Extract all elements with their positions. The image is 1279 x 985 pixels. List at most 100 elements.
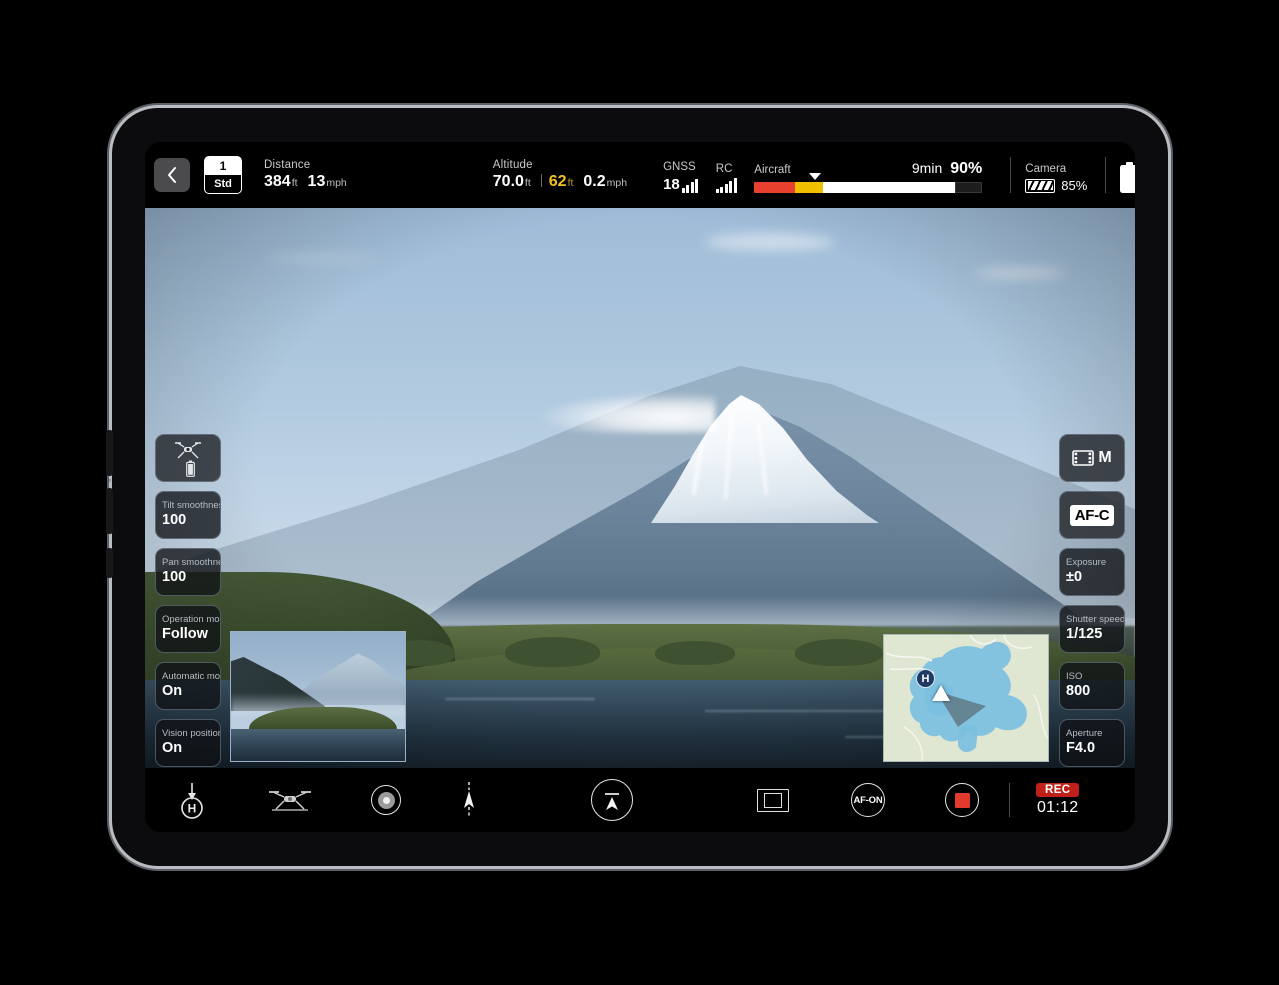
rc-signal-bars-icon bbox=[715, 178, 739, 193]
exposure-value: ±0 bbox=[1066, 568, 1083, 585]
pip-water bbox=[231, 729, 405, 761]
svg-text:H: H bbox=[188, 802, 197, 816]
camera-battery-indicator[interactable]: Camera 85% bbox=[1025, 163, 1087, 193]
video-mode-value: M bbox=[1098, 449, 1112, 466]
back-button[interactable] bbox=[154, 158, 190, 192]
compass-needle-icon bbox=[464, 782, 474, 818]
tilt-smoothness-button[interactable]: Tilt smoothness 100 bbox=[155, 491, 221, 539]
tilt-smoothness-value: 100 bbox=[162, 511, 187, 528]
flight-mode-number: 1 bbox=[205, 157, 241, 175]
pan-smoothness-label: Pan smoothness bbox=[162, 557, 220, 569]
summit-cloud-plume bbox=[540, 393, 715, 433]
rec-badge: REC bbox=[1036, 783, 1080, 797]
iso-value: 800 bbox=[1066, 682, 1091, 699]
recording-status: REC 01:12 bbox=[1036, 783, 1080, 817]
rc-label: RC bbox=[715, 163, 733, 175]
vertical-speed-value: 0.2 bbox=[583, 173, 606, 190]
automatic-mode-button[interactable]: Automatic mode On bbox=[155, 662, 221, 710]
aspect-ratio-icon bbox=[757, 788, 789, 812]
film-strip-icon bbox=[1072, 450, 1095, 466]
tablet-screen: 1 Std Distance 384 ft 13 mph Altitude 70… bbox=[145, 142, 1135, 832]
aircraft-battery-indicator[interactable]: Aircraft 9min 90% bbox=[754, 160, 983, 193]
aircraft-battery-status-button[interactable] bbox=[155, 434, 221, 482]
aperture-value: F4.0 bbox=[1066, 739, 1096, 756]
iso-button[interactable]: ISO 800 bbox=[1059, 662, 1125, 710]
gimbal-recenter-button[interactable] bbox=[267, 787, 313, 813]
altitude-readout: Altitude 70.0 ft 62 ft 0.2 mph bbox=[493, 159, 637, 191]
operation-mode-value: Follow bbox=[162, 625, 208, 642]
volume-down-button[interactable] bbox=[106, 488, 113, 534]
top-status-bar: 1 Std Distance 384 ft 13 mph Altitude 70… bbox=[145, 142, 1135, 208]
map-recenter-arrow-icon bbox=[591, 779, 633, 821]
map-recenter-button[interactable] bbox=[591, 779, 633, 821]
drone-position-arrow-icon bbox=[932, 685, 950, 701]
home-point-label: H bbox=[921, 672, 930, 685]
battery-segment-available bbox=[822, 182, 955, 193]
shutter-speed-button[interactable]: Shutter speed 1/125 bbox=[1059, 605, 1125, 653]
recording-time: 01:12 bbox=[1036, 799, 1079, 816]
af-on-label: AF-ON bbox=[853, 794, 883, 806]
cloud-wisp bbox=[975, 268, 1065, 278]
tilt-smoothness-label: Tilt smoothness bbox=[162, 500, 220, 512]
iso-label: ISO bbox=[1066, 671, 1083, 683]
gnss-indicator[interactable]: GNSS 18 bbox=[663, 161, 700, 193]
gimbal-dial-icon bbox=[371, 785, 401, 815]
distance-label: Distance bbox=[264, 159, 311, 171]
battery-segment-critical bbox=[754, 182, 796, 193]
chevron-left-icon bbox=[168, 167, 176, 183]
return-to-home-button[interactable]: H bbox=[177, 780, 207, 820]
vision-positioning-button[interactable]: Vision positioning On bbox=[155, 719, 221, 767]
af-on-icon: AF-ON bbox=[851, 783, 885, 817]
altitude-value: 70.0 bbox=[492, 173, 524, 190]
gimbal-dial-button[interactable] bbox=[371, 785, 401, 815]
flight-mode-label: Std bbox=[205, 174, 241, 193]
aircraft-flight-time-remaining: 9min bbox=[911, 160, 943, 176]
status-divider-1 bbox=[1010, 157, 1012, 193]
picture-in-picture-thumbnail[interactable] bbox=[230, 631, 406, 762]
power-button[interactable] bbox=[106, 548, 113, 578]
battery-segment-low bbox=[795, 182, 823, 193]
status-divider-2 bbox=[1105, 157, 1107, 193]
volume-up-button[interactable] bbox=[106, 430, 113, 476]
video-mode-button[interactable]: M bbox=[1059, 434, 1125, 482]
battery-segment-empty bbox=[954, 182, 983, 193]
operation-mode-label: Operation mode bbox=[162, 614, 220, 626]
pan-smoothness-value: 100 bbox=[162, 568, 187, 585]
relative-altitude-value: 62 bbox=[548, 173, 567, 190]
aspect-ratio-button[interactable] bbox=[757, 788, 789, 812]
horizontal-speed-unit: mph bbox=[326, 177, 347, 189]
camera-battery-icon bbox=[1025, 178, 1056, 193]
battery-threshold-marker-icon bbox=[809, 173, 821, 180]
minimap[interactable]: H bbox=[883, 634, 1049, 762]
flight-mode-badge[interactable]: 1 Std bbox=[204, 156, 242, 194]
aircraft-battery-bar bbox=[754, 182, 983, 193]
pan-smoothness-button[interactable]: Pan smoothness 100 bbox=[155, 548, 221, 596]
vision-positioning-value: On bbox=[162, 739, 183, 756]
right-camera-panel: M AF-C Exposure ±0 Shutter speed 1/125 I… bbox=[1059, 434, 1125, 768]
aircraft-battery-label: Aircraft bbox=[754, 164, 791, 176]
cloud-wisp bbox=[705, 234, 835, 250]
vertical-speed-unit: mph bbox=[606, 177, 628, 189]
distance-readout: Distance 384 ft 13 mph bbox=[264, 159, 357, 191]
aircraft-battery-percent: 90% bbox=[950, 160, 983, 177]
tablet-device: ≡ 1 Std Distance 384 ft 13 mph Altitude … bbox=[106, 108, 1168, 866]
af-on-button[interactable]: AF-ON bbox=[851, 783, 885, 817]
compass-button[interactable] bbox=[461, 781, 477, 819]
left-control-panel: Tilt smoothness 100 Pan smoothness 100 O… bbox=[155, 434, 221, 768]
signal-cluster: GNSS 18 RC Aircraft 9min 90% Camera 85% bbox=[663, 157, 1135, 193]
rc-battery-icon[interactable] bbox=[1120, 162, 1135, 193]
map-lake-shape bbox=[885, 635, 1048, 761]
aperture-label: Aperture bbox=[1066, 728, 1103, 740]
drone-icon bbox=[175, 441, 201, 458]
battery-icon bbox=[185, 460, 195, 477]
rc-signal-indicator[interactable]: RC bbox=[715, 163, 739, 193]
camera-viewfinder[interactable]: Tilt smoothness 100 Pan smoothness 100 O… bbox=[145, 208, 1135, 768]
bottom-toolbar: H AF-ON REC 01:12 bbox=[145, 768, 1135, 832]
aperture-button[interactable]: Aperture F4.0 bbox=[1059, 719, 1125, 767]
record-button[interactable] bbox=[945, 783, 979, 817]
exposure-compensation-button[interactable]: Exposure ±0 bbox=[1059, 548, 1125, 596]
camera-battery-percent: 85% bbox=[1061, 178, 1088, 193]
operation-mode-button[interactable]: Operation mode Follow bbox=[155, 605, 221, 653]
horizontal-speed-value: 13 bbox=[307, 173, 326, 190]
focus-mode-button[interactable]: AF-C bbox=[1059, 491, 1125, 539]
